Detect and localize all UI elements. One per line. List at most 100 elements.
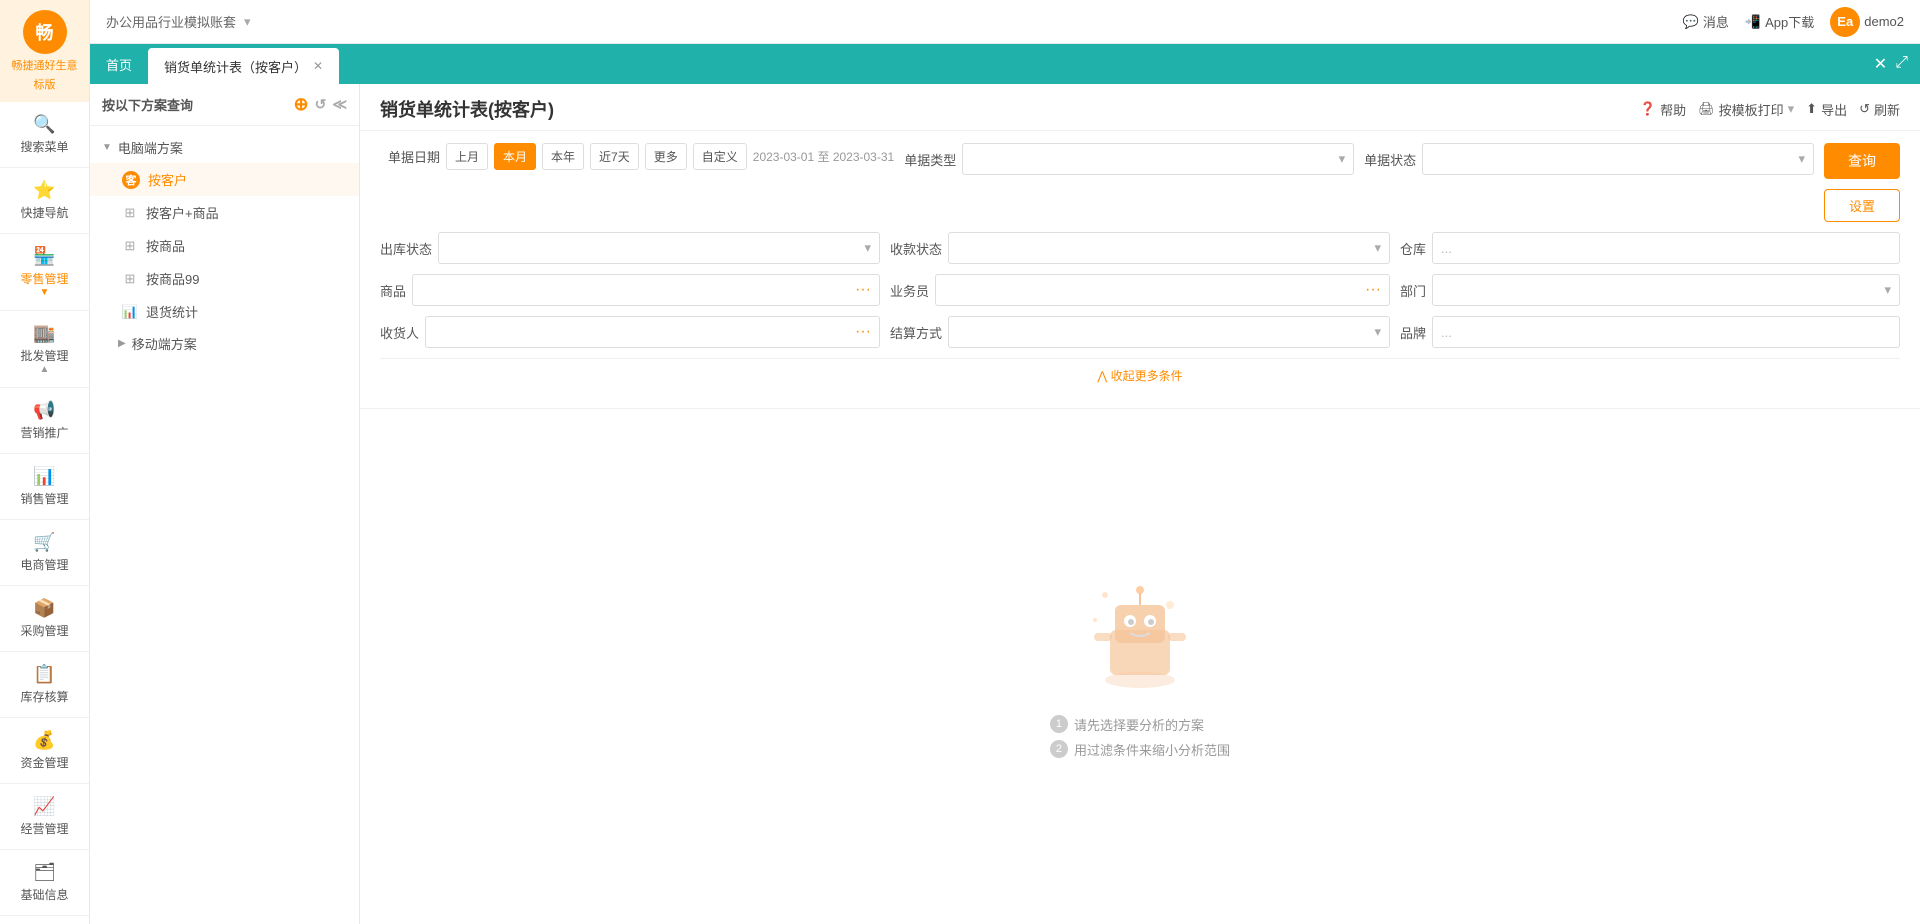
- print-icon: 🖨: [1698, 101, 1715, 117]
- plan-item-customer-product[interactable]: ⊞ 按客户+商品: [90, 196, 359, 229]
- sidebar-item-system[interactable]: ⚙ 系统管理: [0, 916, 89, 924]
- out-status-label: 出库状态: [380, 239, 432, 258]
- plan-group-desktop[interactable]: ▼ 电脑端方案: [90, 132, 359, 163]
- product-label: 商品: [380, 281, 406, 300]
- refresh-plan-icon[interactable]: ↺: [315, 96, 327, 113]
- plan-item-label: 按客户+商品: [146, 203, 219, 222]
- maximize-window-icon[interactable]: ⤢: [1895, 54, 1908, 74]
- sidebar-item-retail[interactable]: 🏪 零售管理 ▼: [0, 234, 89, 311]
- date-btn-last-month[interactable]: 上月: [446, 143, 488, 170]
- print-btn[interactable]: 🖨 按模板打印 ▾: [1698, 100, 1794, 119]
- sidebar-item-operations[interactable]: 📈 经营管理: [0, 784, 89, 850]
- sidebar-item-sales[interactable]: 📊 销售管理: [0, 454, 89, 520]
- product-select[interactable]: ···: [412, 274, 880, 306]
- empty-tip-2: 2 用过滤条件来缩小分析范围: [1050, 740, 1230, 759]
- left-panel-actions: ⊕ ↺ ≪: [294, 94, 347, 115]
- date-filter-group: 上月 本月 本年 近7天 更多 自定义 2023-03-01 至 2023-03…: [446, 143, 894, 170]
- payment-status-select[interactable]: ▾: [948, 232, 1390, 264]
- out-status-arrow: ▾: [864, 240, 871, 256]
- sidebar-item-ecommerce[interactable]: 🛒 电商管理: [0, 520, 89, 586]
- sidebar-item-wholesale[interactable]: 🏬 批发管理 ▲: [0, 311, 89, 388]
- header-left: 办公用品行业模拟账套 ▾: [106, 12, 251, 31]
- purchase-icon: 📦: [33, 598, 55, 619]
- doc-type-dropdown-icon: ▾: [1339, 151, 1346, 167]
- date-btn-custom[interactable]: 自定义: [693, 143, 747, 170]
- warehouse-col: 仓库 ...: [1400, 232, 1900, 264]
- staff-dots[interactable]: ···: [1365, 281, 1381, 299]
- date-btn-this-year[interactable]: 本年: [542, 143, 584, 170]
- sidebar-item-finance[interactable]: 💰 资金管理: [0, 718, 89, 784]
- sidebar-item-inventory[interactable]: 📋 库存核算: [0, 652, 89, 718]
- payment-method-select[interactable]: ▾: [948, 316, 1390, 348]
- sales-icon: 📊: [33, 466, 55, 487]
- out-status-select[interactable]: ▾: [438, 232, 880, 264]
- product-dots[interactable]: ···: [855, 281, 871, 299]
- plan-group-mobile[interactable]: ▶ 移动端方案: [90, 328, 359, 359]
- plan-item-by-customer[interactable]: 客 按客户: [90, 163, 359, 196]
- doc-status-select[interactable]: ▾: [1422, 143, 1814, 175]
- right-panel: 销货单统计表(按客户) ❓ 帮助 🖨 按模板打印 ▾ ⬆ 导出: [360, 84, 1920, 924]
- export-btn[interactable]: ⬆ 导出: [1806, 100, 1847, 119]
- dept-arrow: ▾: [1884, 282, 1891, 298]
- tab-home[interactable]: 首页: [90, 44, 148, 84]
- refresh-label: 刷新: [1874, 100, 1900, 119]
- staff-col: 业务员 ···: [890, 274, 1390, 306]
- brand-placeholder: ...: [1441, 325, 1452, 340]
- doc-type-select[interactable]: ▾: [962, 143, 1354, 175]
- group-label: 移动端方案: [132, 334, 197, 353]
- date-btn-this-month[interactable]: 本月: [494, 143, 536, 170]
- empty-tip-1: 1 请先选择要分析的方案: [1050, 715, 1230, 734]
- plan-item-product99[interactable]: ⊞ 按商品99: [90, 262, 359, 295]
- plan-item-return-stat[interactable]: 📊 退货统计: [90, 295, 359, 328]
- app-download-label: App下载: [1765, 12, 1814, 31]
- help-label: 帮助: [1660, 100, 1686, 119]
- sidebar-item-purchase[interactable]: 📦 采购管理: [0, 586, 89, 652]
- header-dropdown-icon[interactable]: ▾: [244, 14, 251, 30]
- sidebar-item-label: 经营管理: [20, 820, 68, 837]
- dept-select[interactable]: ▾: [1432, 274, 1900, 306]
- refresh-btn[interactable]: ↺ 刷新: [1859, 100, 1900, 119]
- collapse-btn[interactable]: ⋀ 收起更多条件: [380, 358, 1900, 392]
- close-window-icon[interactable]: ✕: [1874, 54, 1887, 74]
- main-area: 办公用品行业模拟账套 ▾ 💬 消息 📲 App下载 Ea demo2 首页: [90, 0, 1920, 924]
- query-button[interactable]: 查询: [1824, 143, 1900, 179]
- warehouse-select[interactable]: ...: [1432, 232, 1900, 264]
- plan-item-chart-icon: 📊: [122, 304, 138, 320]
- date-btn-more[interactable]: 更多: [645, 143, 687, 170]
- payment-method-label: 结算方式: [890, 323, 942, 342]
- sidebar-item-marketing[interactable]: 📢 营销推广: [0, 388, 89, 454]
- plan-item-label: 按客户: [148, 170, 187, 189]
- add-plan-icon[interactable]: ⊕: [294, 94, 309, 115]
- tab-close-btn[interactable]: ✕: [313, 59, 323, 73]
- settings-button[interactable]: 设置: [1824, 189, 1900, 222]
- user-profile-btn[interactable]: Ea demo2: [1830, 7, 1904, 37]
- sidebar-item-basic[interactable]: 🗂 基础信息: [0, 850, 89, 916]
- collapse-panel-icon[interactable]: ≪: [332, 96, 347, 113]
- date-btn-last7days[interactable]: 近7天: [590, 143, 639, 170]
- user-name: demo2: [1864, 14, 1904, 29]
- receiver-select[interactable]: ···: [425, 316, 880, 348]
- tip-text-2: 用过滤条件来缩小分析范围: [1074, 740, 1230, 759]
- app-download-btn[interactable]: 📲 App下载: [1745, 12, 1814, 31]
- plan-item-product[interactable]: ⊞ 按商品: [90, 229, 359, 262]
- sidebar-item-quicknav[interactable]: ⭐ 快捷导航: [0, 168, 89, 234]
- staff-label: 业务员: [890, 281, 929, 300]
- download-icon: 📲: [1745, 14, 1761, 30]
- sidebar: 畅 畅捷通好生意 标版 🔍 搜索菜单 ⭐ 快捷导航 🏪 零售管理 ▼ 🏬 批发管…: [0, 0, 90, 924]
- sidebar-item-label: 库存核算: [20, 688, 68, 705]
- tip-num-1: 1: [1050, 715, 1068, 733]
- help-btn[interactable]: ❓ 帮助: [1640, 100, 1686, 119]
- sidebar-item-search[interactable]: 🔍 搜索菜单: [0, 102, 89, 168]
- tab-sales-stat[interactable]: 销货单统计表（按客户） ✕: [148, 48, 339, 84]
- help-icon: ❓: [1640, 101, 1656, 117]
- payment-status-col: 收款状态 ▾: [890, 232, 1390, 264]
- receiver-dots[interactable]: ···: [855, 323, 871, 341]
- brand-select[interactable]: ...: [1432, 316, 1900, 348]
- plan-item-chart-icon: ⊞: [122, 271, 138, 287]
- message-btn[interactable]: 💬 消息: [1683, 12, 1729, 31]
- plan-section: ▼ 电脑端方案 客 按客户 ⊞ 按客户+商品 ⊞ 按商品 ⊞ 按商品: [90, 126, 359, 365]
- basic-icon: 🗂: [33, 862, 56, 883]
- refresh-icon: ↺: [1859, 101, 1870, 117]
- window-controls: ✕ ⤢: [1874, 54, 1920, 74]
- staff-select[interactable]: ···: [935, 274, 1390, 306]
